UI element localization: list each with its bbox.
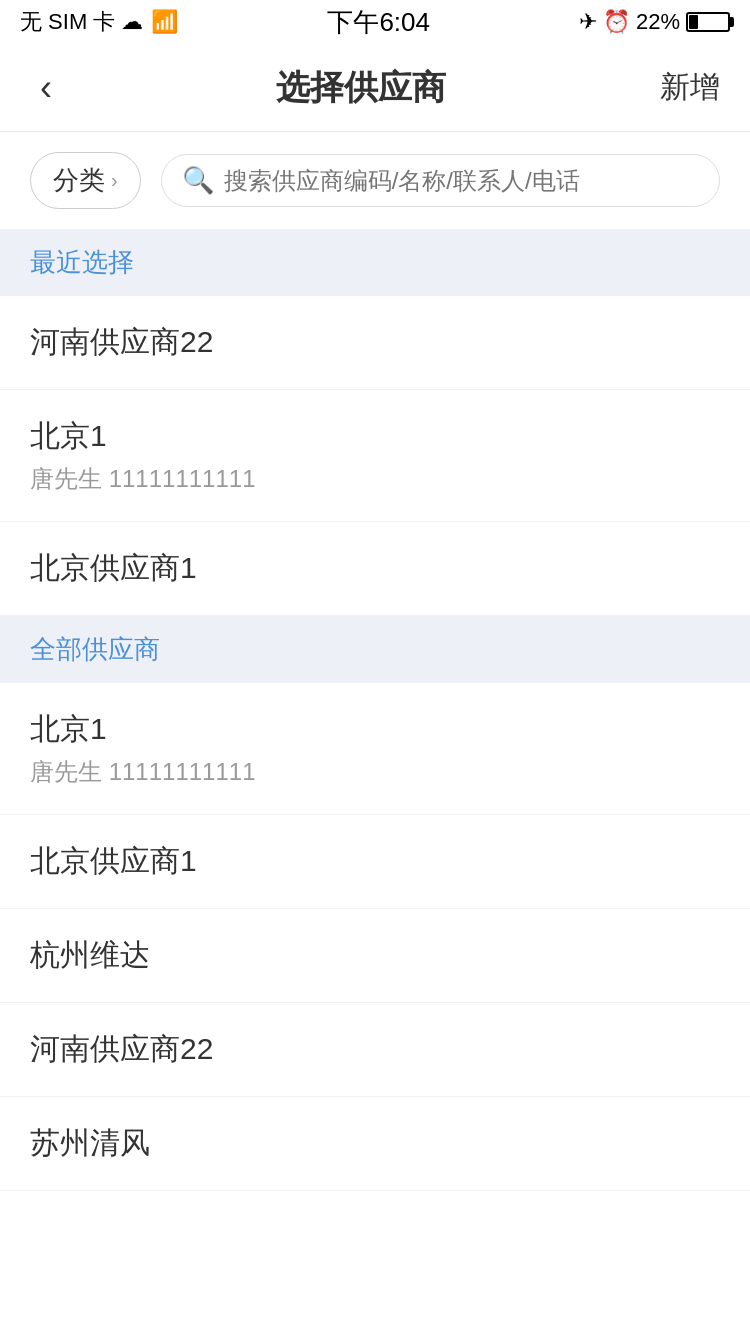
item-name: 北京1 [30, 709, 720, 750]
search-box[interactable]: 🔍 [161, 154, 720, 207]
category-button[interactable]: 分类 › [30, 152, 141, 209]
list-item[interactable]: 北京供应商1 [0, 522, 750, 616]
item-name: 河南供应商22 [30, 1029, 720, 1070]
list-item[interactable]: 北京1 唐先生 11111111111 [0, 683, 750, 815]
battery-text: 22% [636, 9, 680, 35]
item-sub: 唐先生 11111111111 [30, 463, 720, 495]
new-action-button[interactable]: 新增 [660, 67, 720, 108]
all-section-header: 全部供应商 [0, 616, 750, 683]
item-name: 北京1 [30, 416, 720, 457]
status-time: 下午6:04 [327, 5, 430, 40]
chevron-right-icon: › [111, 169, 118, 192]
recent-section-label: 最近选择 [30, 247, 134, 277]
list-item[interactable]: 杭州维达 [0, 909, 750, 1003]
alarm-icon: ⏰ [603, 9, 630, 35]
category-label: 分类 [53, 163, 105, 198]
all-list: 北京1 唐先生 11111111111 北京供应商1 杭州维达河南供应商22 苏州清风 [0, 683, 750, 1191]
no-sim-text: 无 SIM 卡 ☁ [20, 7, 143, 37]
filter-bar: 分类 › 🔍 [0, 132, 750, 229]
wifi-icon: 📶 [151, 9, 178, 35]
page-title: 选择供应商 [276, 65, 446, 111]
back-button[interactable]: ‹ [30, 57, 62, 119]
item-name: 北京供应商1 [30, 841, 720, 882]
list-item[interactable]: 河南供应商22 [0, 296, 750, 390]
all-section-label: 全部供应商 [30, 634, 160, 664]
list-item[interactable]: 苏州清风 [0, 1097, 750, 1191]
item-name: 苏州清风 [30, 1123, 720, 1164]
item-name: 杭州维达 [30, 935, 720, 976]
item-sub: 唐先生 11111111111 [30, 756, 720, 788]
list-item[interactable]: 北京1 唐先生 11111111111 [0, 390, 750, 522]
status-bar: 无 SIM 卡 ☁ 📶 下午6:04 ✈ ⏰ 22% [0, 0, 750, 44]
status-right: ✈ ⏰ 22% [579, 9, 730, 35]
list-item[interactable]: 河南供应商22 [0, 1003, 750, 1097]
search-input[interactable] [224, 167, 699, 195]
battery-icon [686, 12, 730, 32]
recent-list: 河南供应商22 北京1 唐先生 11111111111 北京供应商1 [0, 296, 750, 616]
list-item[interactable]: 北京供应商1 [0, 815, 750, 909]
item-name: 北京供应商1 [30, 548, 720, 589]
location-icon: ✈ [579, 9, 597, 35]
nav-bar: ‹ 选择供应商 新增 [0, 44, 750, 132]
search-icon: 🔍 [182, 165, 214, 196]
item-name: 河南供应商22 [30, 322, 720, 363]
status-left: 无 SIM 卡 ☁ 📶 [20, 7, 178, 37]
recent-section-header: 最近选择 [0, 229, 750, 296]
